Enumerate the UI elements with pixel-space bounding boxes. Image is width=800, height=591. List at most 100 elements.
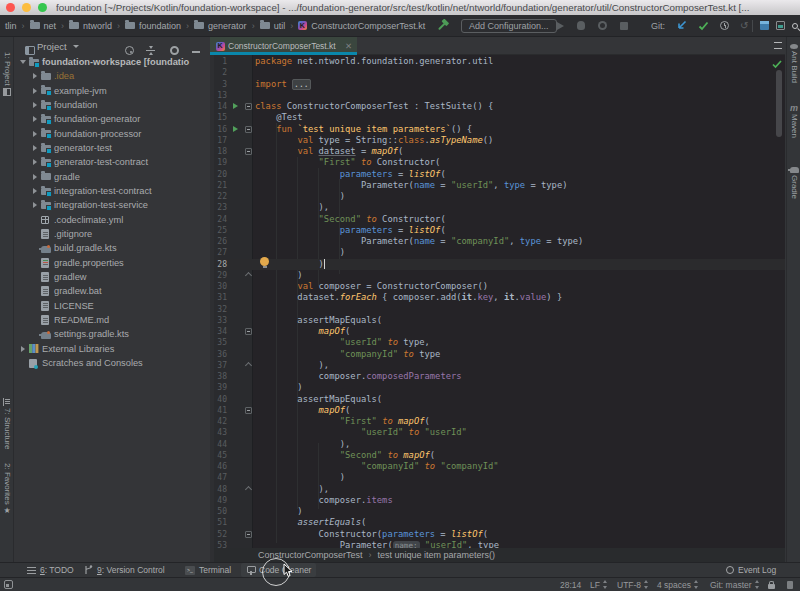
tool-button-todo[interactable]: 6: TODO bbox=[27, 563, 74, 577]
editor-scrollbar[interactable] bbox=[776, 70, 782, 137]
tree-item[interactable]: Scratches and Consoles bbox=[14, 356, 210, 370]
status-lf[interactable]: LF bbox=[590, 578, 608, 591]
folded-imports[interactable]: ... bbox=[292, 79, 310, 90]
code-line[interactable]: 50 ) bbox=[214, 506, 785, 517]
code-line[interactable]: 52 Constructor(parameters = listOf( bbox=[214, 529, 785, 540]
run-test-gutter-icon[interactable] bbox=[233, 126, 238, 132]
code-line[interactable]: 43 "userId" to "userId" bbox=[214, 427, 785, 438]
code-line[interactable]: 20 parameters = listOf( bbox=[214, 169, 785, 180]
code-line[interactable]: 41 mapOf( bbox=[214, 405, 785, 416]
tree-item[interactable]: foundation-processor bbox=[14, 127, 210, 141]
code-line[interactable]: 15 @Test bbox=[214, 112, 785, 123]
run-test-gutter-icon[interactable] bbox=[233, 103, 238, 109]
code-line[interactable]: 22 ) bbox=[214, 191, 785, 202]
tree-item[interactable]: settings.gradle.kts bbox=[14, 327, 210, 341]
fold-collapse-icon[interactable] bbox=[245, 148, 252, 155]
tree-item[interactable]: External Libraries bbox=[14, 342, 210, 356]
project-panel-title[interactable]: Project bbox=[37, 41, 67, 52]
lock-icon[interactable] bbox=[768, 578, 775, 591]
tree-item[interactable]: gradle.properties bbox=[14, 256, 210, 270]
inspections-ok-icon[interactable] bbox=[772, 55, 782, 64]
fold-end-icon[interactable] bbox=[245, 486, 252, 493]
code-line[interactable]: 19 "First" to Constructor( bbox=[214, 157, 785, 168]
code-line[interactable]: 39 ) bbox=[214, 382, 785, 393]
code-line[interactable]: 1package net.ntworld.foundation.generato… bbox=[214, 56, 785, 67]
code-line[interactable]: 25 parameters = listOf( bbox=[214, 225, 785, 236]
history-icon[interactable] bbox=[720, 21, 729, 30]
fold-collapse-icon[interactable] bbox=[245, 126, 252, 133]
fold-end-icon[interactable] bbox=[245, 272, 252, 279]
nav-crumb-ntworld[interactable]: ntworld bbox=[69, 21, 112, 31]
code-line[interactable]: 18 val dataset = mapOf( bbox=[214, 146, 785, 157]
tool-stripe-maven[interactable]: mMaven bbox=[787, 104, 800, 138]
build-hammer-icon[interactable] bbox=[438, 15, 452, 36]
code-line[interactable]: 36 "companyId" to type bbox=[214, 349, 785, 360]
tree-item[interactable]: integration-test-contract bbox=[14, 184, 210, 198]
nav-crumb-generator[interactable]: generator bbox=[194, 21, 247, 31]
code-line[interactable]: 34 mapOf( bbox=[214, 326, 785, 337]
tree-item[interactable]: foundation-generator bbox=[14, 112, 210, 126]
code-line[interactable]: 32 bbox=[214, 304, 785, 315]
tree-right-arrow-icon[interactable] bbox=[29, 116, 41, 122]
tree-item[interactable]: build.gradle.kts bbox=[14, 241, 210, 255]
tool-stripe-project[interactable]: 1: Project bbox=[0, 52, 14, 96]
code-line[interactable]: 37 ), bbox=[214, 360, 785, 371]
tree-right-arrow-icon[interactable] bbox=[29, 174, 41, 180]
tree-right-arrow-icon[interactable] bbox=[29, 159, 41, 165]
tree-item[interactable]: foundation-workspace [foundatio bbox=[14, 55, 210, 69]
code-line[interactable]: 21 Parameter(name = "userId", type = typ… bbox=[214, 180, 785, 191]
code-line[interactable]: 35 "userId" to type, bbox=[214, 337, 785, 348]
tree-item[interactable]: .gitignore bbox=[14, 227, 210, 241]
tree-item[interactable]: .idea bbox=[14, 69, 210, 83]
breadcrumb-method[interactable]: test unique item parameters() bbox=[378, 550, 496, 560]
code-line[interactable]: 26 Parameter(name = "companyId", type = … bbox=[214, 236, 785, 247]
tree-item[interactable]: .codeclimate.yml bbox=[14, 213, 210, 227]
code-line[interactable]: 23 ), bbox=[214, 202, 785, 213]
nav-crumb-constructorcomposertestkt[interactable]: KConstructorComposerTest.kt bbox=[298, 21, 425, 31]
code-line[interactable]: 24 "Second" to Constructor( bbox=[214, 214, 785, 225]
code-line[interactable]: 38 composer.composedParameters bbox=[214, 371, 785, 382]
code-line[interactable]: 33 assertMapEquals( bbox=[214, 315, 785, 326]
event-log-button[interactable]: Event Log bbox=[726, 563, 776, 577]
tree-right-arrow-icon[interactable] bbox=[29, 88, 41, 94]
code-line[interactable]: 16 fun `test unique item parameters`() { bbox=[214, 124, 785, 135]
tree-item[interactable]: LICENSE bbox=[14, 299, 210, 313]
code-line[interactable]: 14class ConstructorComposerTest : TestSu… bbox=[214, 101, 785, 112]
code-line[interactable]: 46 "companyId" to "companyId" bbox=[214, 461, 785, 472]
tool-stripe-structure[interactable]: 7: Structure bbox=[0, 398, 14, 449]
tree-item[interactable]: generator-test-contract bbox=[14, 155, 210, 169]
status-gitmaster[interactable]: Git: master bbox=[710, 578, 760, 591]
tree-right-arrow-icon[interactable] bbox=[29, 145, 41, 151]
code-line[interactable]: 31 dataset.forEach { composer.add(it.key… bbox=[214, 292, 785, 303]
code-line[interactable]: 2 bbox=[214, 67, 785, 78]
scroll-doc-icon[interactable] bbox=[787, 578, 793, 591]
code-line[interactable]: 44 ), bbox=[214, 439, 785, 450]
tree-item[interactable]: integration-test-service bbox=[14, 198, 210, 212]
code-line[interactable]: 27 ) bbox=[214, 247, 785, 258]
code-line[interactable]: 42 "First" to mapOf( bbox=[214, 416, 785, 427]
tab-list-icon[interactable] bbox=[774, 42, 782, 49]
tree-item[interactable]: gradlew.bat bbox=[14, 284, 210, 298]
tree-right-arrow-icon[interactable] bbox=[17, 346, 29, 352]
fold-collapse-icon[interactable] bbox=[245, 407, 252, 414]
tree-item[interactable]: README.md bbox=[14, 313, 210, 327]
tree-item[interactable]: example-jvm bbox=[14, 84, 210, 98]
code-line[interactable]: 47 ) bbox=[214, 472, 785, 483]
status-2814[interactable]: 28:14 bbox=[560, 578, 581, 591]
tree-item[interactable]: foundation bbox=[14, 98, 210, 112]
tool-stripe-ant-build[interactable]: Ant Build bbox=[787, 42, 800, 83]
add-configuration-button[interactable]: Add Configuration... bbox=[461, 19, 557, 33]
toolwindow-toggle-icon[interactable] bbox=[4, 578, 13, 591]
nav-crumb-util[interactable]: util bbox=[260, 21, 286, 31]
fold-collapse-icon[interactable] bbox=[245, 328, 252, 335]
project-view-chevron-icon[interactable] bbox=[73, 45, 79, 48]
close-tab-icon[interactable]: ✕ bbox=[345, 41, 352, 51]
search-everywhere-icon[interactable] bbox=[792, 23, 798, 29]
fold-collapse-icon[interactable] bbox=[245, 103, 252, 110]
code-line[interactable]: 30 val composer = ConstructorComposer() bbox=[214, 281, 785, 292]
code-line[interactable]: 51 assertEquals( bbox=[214, 517, 785, 528]
tree-right-arrow-icon[interactable] bbox=[29, 131, 41, 137]
code-line[interactable]: 40 assertMapEquals( bbox=[214, 394, 785, 405]
git-update-icon[interactable] bbox=[676, 17, 687, 35]
maximize-window-button[interactable] bbox=[38, 3, 47, 12]
